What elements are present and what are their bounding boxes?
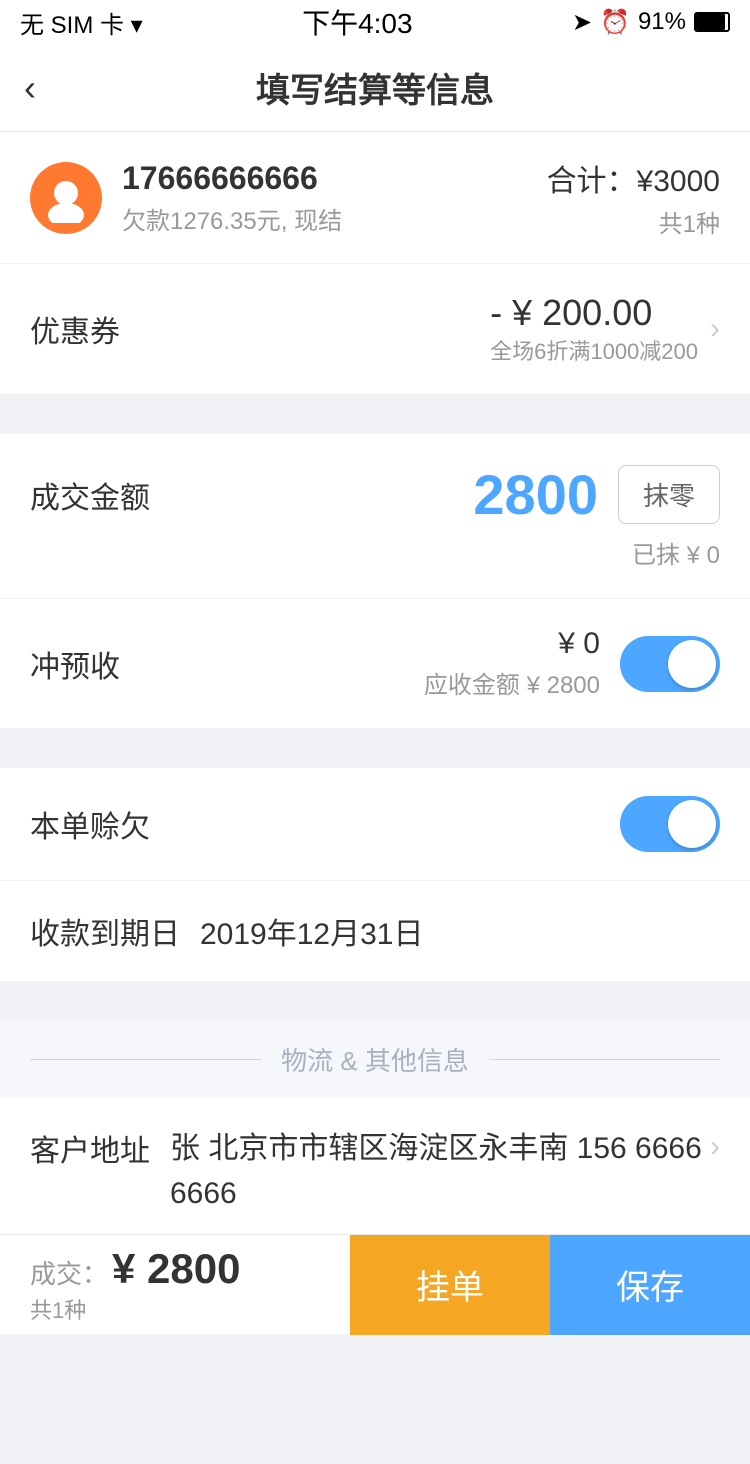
- amount-right: 2800 抹零: [473, 462, 720, 527]
- bottom-sub: 共1种: [30, 1293, 320, 1325]
- advance-right: ¥ 0 应收金额 ¥ 2800: [424, 627, 720, 700]
- amount-row: 成交金额 2800 抹零: [30, 462, 720, 527]
- sep-line-left: [30, 1059, 261, 1060]
- advance-row: 冲预收 ¥ 0 应收金额 ¥ 2800: [30, 627, 720, 700]
- coupon-info: - ¥ 200.00 全场6折满1000减200: [490, 292, 698, 366]
- status-right: ➤ ⏰ 91%: [572, 8, 730, 37]
- status-left: 无 SIM 卡 ▾: [20, 5, 143, 40]
- duedate-label: 收款到期日: [30, 909, 180, 953]
- save-button[interactable]: 保存: [550, 1235, 750, 1335]
- round-button[interactable]: 抹零: [618, 465, 720, 524]
- avatar-icon: [41, 173, 91, 223]
- amount-label: 成交金额: [30, 473, 150, 517]
- total-sub: 共1种: [547, 204, 720, 239]
- coupon-sub: 全场6折满1000减200: [490, 334, 698, 366]
- address-label: 客户地址: [30, 1126, 150, 1170]
- customer-left: 17666666666 欠款1276.35元, 现结: [30, 160, 342, 236]
- avatar: [30, 162, 102, 234]
- customer-info: 17666666666 欠款1276.35元, 现结: [122, 160, 342, 236]
- amount-value: 2800: [473, 462, 598, 527]
- toggle-knob: [668, 640, 716, 688]
- bottom-summary: 成交： ¥ 2800 共1种: [0, 1245, 350, 1325]
- advance-amount: ¥ 0 应收金额 ¥ 2800: [424, 627, 600, 700]
- duedate-row: 收款到期日 2019年12月31日: [30, 909, 720, 953]
- sep-line-right: [489, 1059, 720, 1060]
- logistics-separator: 物流 & 其他信息: [0, 1021, 750, 1098]
- battery-icon: [694, 12, 730, 32]
- battery-label: 91%: [638, 8, 686, 36]
- amount-row-container: 成交金额 2800 抹零 已抹 ¥ 0: [0, 434, 750, 598]
- amount-sub: 已抹 ¥ 0: [30, 535, 720, 570]
- customer-right: 合计：¥3000 共1种: [547, 156, 720, 239]
- address-value: 张 北京市市辖区海淀区永丰南 156 6666 6666: [170, 1126, 710, 1216]
- duedate-section: 收款到期日 2019年12月31日: [0, 880, 750, 981]
- nav-bar: ‹ 填写结算等信息: [0, 44, 750, 132]
- customer-phone: 17666666666: [122, 160, 342, 197]
- bottom-amount: ¥ 2800: [112, 1245, 240, 1293]
- address-chevron-icon: ›: [710, 1130, 720, 1164]
- address-section: 客户地址 张 北京市市辖区海淀区永丰南 156 6666 6666 ›: [0, 1098, 750, 1244]
- amount-section: 成交金额 2800 抹零 已抹 ¥ 0 冲预收 ¥ 0 应收金额 ¥ 2800: [0, 434, 750, 728]
- advance-toggle[interactable]: [620, 636, 720, 692]
- debt-row: 本单赊欠: [0, 768, 750, 880]
- customer-row: 17666666666 欠款1276.35元, 现结 合计：¥3000 共1种: [0, 132, 750, 263]
- debt-toggle-knob: [668, 800, 716, 848]
- status-bar: 无 SIM 卡 ▾ 下午4:03 ➤ ⏰ 91%: [0, 0, 750, 44]
- duedate-value: 2019年12月31日: [200, 909, 423, 953]
- sim-label: 无 SIM 卡 ▾: [20, 5, 143, 40]
- advance-section: 冲预收 ¥ 0 应收金额 ¥ 2800: [0, 598, 750, 728]
- advance-sub: 应收金额 ¥ 2800: [424, 665, 600, 700]
- debt-section: 本单赊欠 收款到期日 2019年12月31日: [0, 768, 750, 981]
- chevron-right-icon: ›: [710, 312, 720, 346]
- back-button[interactable]: ‹: [24, 67, 36, 109]
- hold-button-label: 挂单: [416, 1260, 484, 1309]
- advance-label: 冲预收: [30, 642, 120, 686]
- coupon-right: - ¥ 200.00 全场6折满1000减200 ›: [490, 292, 720, 366]
- address-row[interactable]: 客户地址 张 北京市市辖区海淀区永丰南 156 6666 6666 ›: [0, 1098, 750, 1244]
- hold-button[interactable]: 挂单: [350, 1235, 550, 1335]
- location-icon: ➤: [572, 8, 592, 37]
- logistics-label: 物流 & 其他信息: [281, 1041, 469, 1078]
- divider-2: [0, 748, 750, 768]
- alarm-icon: ⏰: [600, 8, 630, 37]
- coupon-discount: - ¥ 200.00: [490, 292, 698, 334]
- debt-toggle[interactable]: [620, 796, 720, 852]
- page-title: 填写结算等信息: [256, 63, 494, 112]
- bottom-deal-label: 成交：: [30, 1254, 108, 1291]
- coupon-label: 优惠券: [30, 307, 120, 351]
- divider-1: [0, 414, 750, 434]
- debt-label: 本单赊欠: [30, 802, 150, 846]
- coupon-row[interactable]: 优惠券 - ¥ 200.00 全场6折满1000减200 ›: [0, 263, 750, 394]
- divider-3: [0, 1001, 750, 1021]
- customer-section: 17666666666 欠款1276.35元, 现结 合计：¥3000 共1种 …: [0, 132, 750, 394]
- customer-sub: 欠款1276.35元, 现结: [122, 201, 342, 236]
- status-time: 下午4:03: [302, 2, 413, 42]
- advance-value: ¥ 0: [424, 627, 600, 661]
- total-amount: 合计：¥3000: [547, 156, 720, 200]
- bottom-bar: 成交： ¥ 2800 共1种 挂单 保存: [0, 1234, 750, 1334]
- save-button-label: 保存: [616, 1260, 684, 1309]
